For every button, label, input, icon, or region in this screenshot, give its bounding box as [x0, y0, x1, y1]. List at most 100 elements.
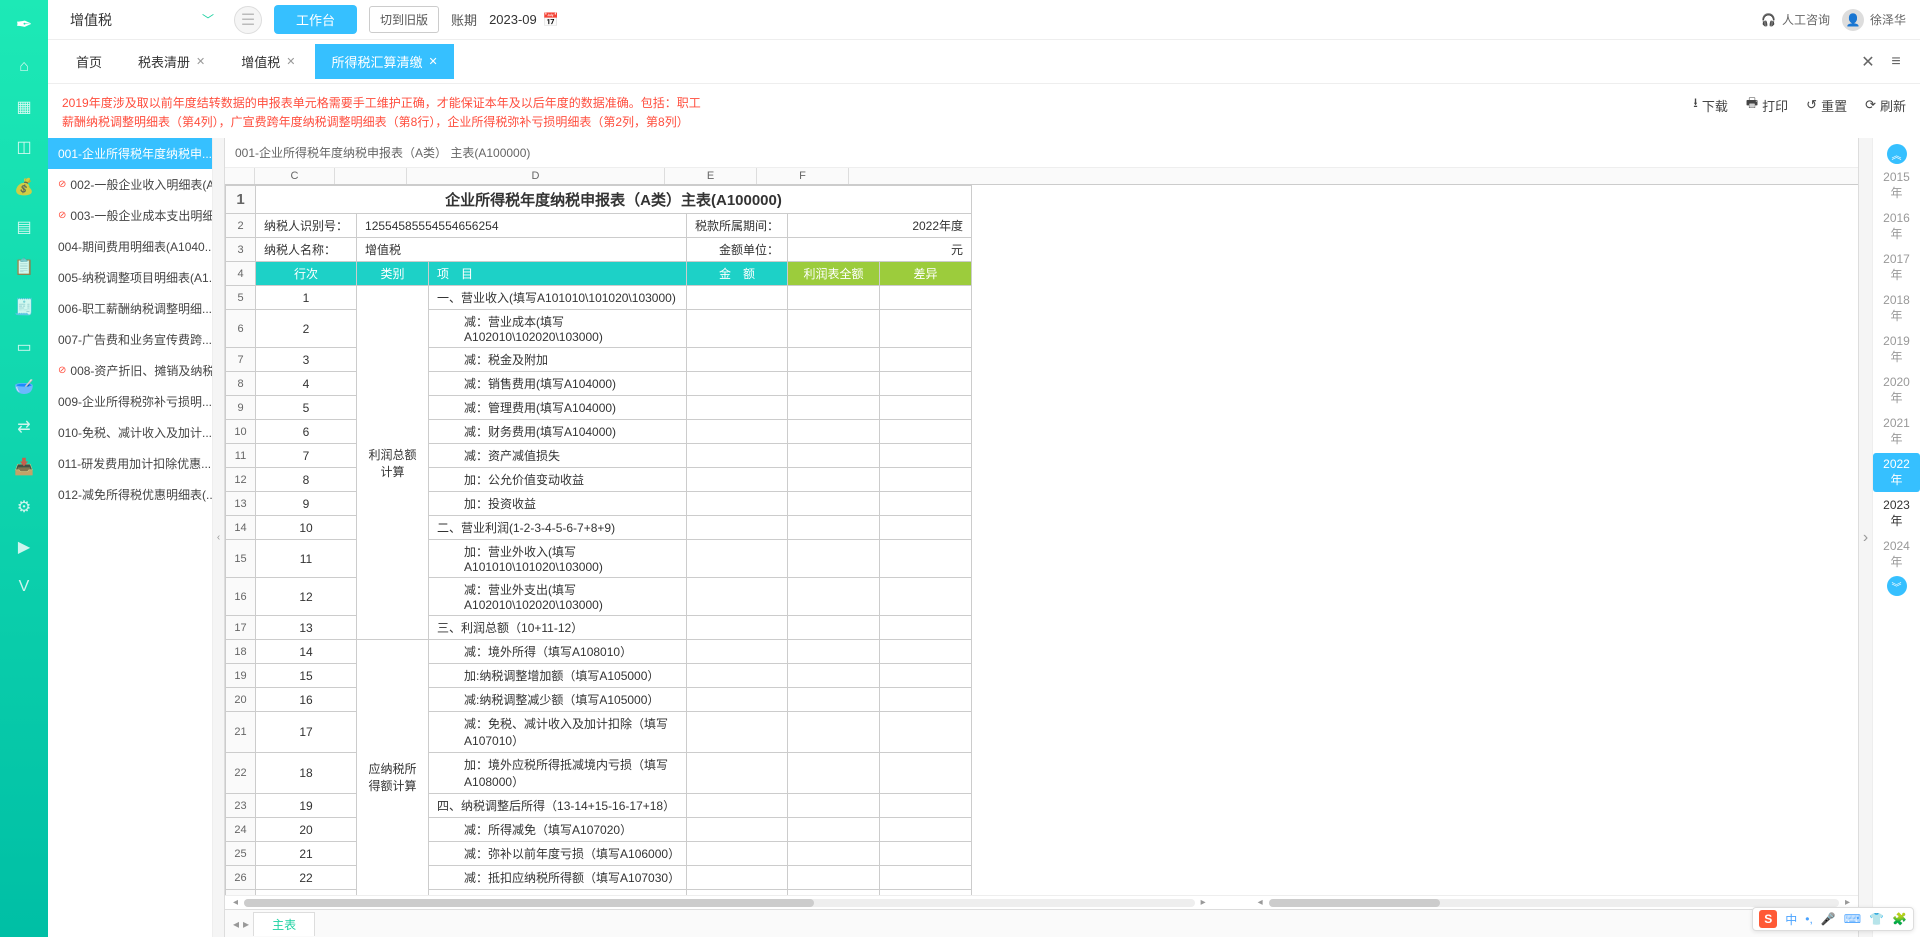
warning-text: 2019年度涉及取以前年度结转数据的申报表单元格需要手工维护正确，才能保证本年及…	[62, 94, 702, 132]
ime-mode[interactable]: 中	[1785, 911, 1797, 928]
tree-item[interactable]: 005-纳税调整项目明细表(A1...	[48, 262, 212, 293]
settings-icon[interactable]: ⚙	[14, 497, 34, 517]
print-button[interactable]: 🖶打印	[1746, 94, 1788, 116]
ime-skin-icon[interactable]: 👕	[1869, 912, 1884, 926]
report-icon[interactable]: 📋	[14, 257, 34, 277]
h-scrollbar[interactable]: ◂ ▸ ◂ ▸	[225, 895, 1858, 909]
year-rail: ︽ 2015年2016年2017年2018年2019年2020年2021年202…	[1872, 138, 1920, 937]
tree-item[interactable]: 009-企业所得税弥补亏损明...	[48, 386, 212, 417]
collapse-right-handle[interactable]: ›	[1858, 138, 1872, 937]
year-2016年[interactable]: 2016年	[1873, 207, 1920, 246]
year-2018年[interactable]: 2018年	[1873, 289, 1920, 328]
tree-item[interactable]: 010-免税、减计收入及加计...	[48, 417, 212, 448]
close-icon[interactable]: ✕	[429, 55, 438, 68]
v-icon[interactable]: V	[14, 577, 34, 597]
tab-bar: 首页税表清册✕增值税✕所得税汇算清缴✕ ✕ ≡	[48, 40, 1920, 84]
reset-icon: ↺	[1806, 97, 1817, 113]
ime-punct-icon[interactable]: •,	[1805, 912, 1813, 926]
left-nav: ✒ ⌂ ▦ ◫ 💰 ▤ 📋 🧾 ▭ 🥣 ⇄ 📥 ⚙ ▶ V	[0, 0, 48, 937]
sheet-tabs: ◂ ▸ 主表	[225, 909, 1858, 937]
tree-item[interactable]: ⊘008-资产折旧、摊销及纳税...	[48, 355, 212, 386]
sheet-next-icon[interactable]: ▸	[243, 917, 249, 931]
user-menu[interactable]: 👤 徐泽华	[1842, 9, 1906, 31]
tax-icon[interactable]: 🥣	[14, 377, 34, 397]
tab-所得税汇算清缴[interactable]: 所得税汇算清缴✕	[315, 44, 453, 79]
year-2021年[interactable]: 2021年	[1873, 412, 1920, 451]
switch-old-button[interactable]: 切到旧版	[369, 6, 439, 33]
collapse-left-handle[interactable]: ‹	[213, 138, 225, 937]
list-toggle-icon[interactable]: ☰	[234, 6, 262, 34]
tree-item[interactable]: 007-广告费和业务宣传费跨...	[48, 324, 212, 355]
calendar-icon: 📅	[543, 12, 559, 28]
tree-item[interactable]: ⊘003-一般企业成本支出明细...	[48, 200, 212, 231]
tab-首页[interactable]: 首页	[60, 44, 118, 79]
chevron-down-icon: ﹀	[202, 11, 214, 28]
warn-icon: ⊘	[58, 179, 66, 190]
video-icon[interactable]: ▶	[14, 537, 34, 557]
ime-keyboard-icon[interactable]: ⌨	[1844, 912, 1861, 926]
year-2022年[interactable]: 2022年	[1873, 453, 1920, 492]
print-icon: 🖶	[1746, 94, 1758, 116]
archive-icon[interactable]: 📥	[14, 457, 34, 477]
warn-icon: ⊘	[58, 210, 66, 221]
tab-税表清册[interactable]: 税表清册✕	[122, 44, 221, 79]
ime-toolbar[interactable]: S 中 •, 🎤 ⌨ 👕 🧩	[1752, 907, 1914, 931]
sheet-prev-icon[interactable]: ◂	[233, 917, 239, 931]
company-name: 增值税	[70, 10, 112, 30]
download-icon: ⭳	[1693, 94, 1698, 116]
spreadsheet-area: 001-企业所得税年度纳税申报表（A类） 主表(A100000) CDEF 1企…	[225, 138, 1858, 937]
tree-item[interactable]: 012-减免所得税优惠明细表(...	[48, 479, 212, 510]
topbar: 增值税 ﹀ ☰ 工作台 切到旧版 账期 2023-09 📅 🎧 人工咨询 👤 徐…	[48, 0, 1920, 40]
list-icon[interactable]: ▤	[14, 217, 34, 237]
manual-help-button[interactable]: 🎧 人工咨询	[1761, 11, 1830, 28]
scroll-right-icon[interactable]: ▸	[1201, 897, 1206, 908]
sheet-breadcrumb: 001-企业所得税年度纳税申报表（A类） 主表(A100000)	[225, 138, 1858, 168]
headset-icon: 🎧	[1761, 13, 1776, 27]
column-ruler: CDEF	[225, 168, 1858, 185]
transfer-icon[interactable]: ⇄	[14, 417, 34, 437]
doc-icon[interactable]: ▦	[14, 97, 34, 117]
ime-mic-icon[interactable]: 🎤	[1821, 912, 1836, 926]
close-icon[interactable]: ✕	[196, 55, 205, 68]
year-2019年[interactable]: 2019年	[1873, 330, 1920, 369]
tree-item[interactable]: ⊘002-一般企业收入明细表(A1...	[48, 169, 212, 200]
tabs-close-icon[interactable]: ✕	[1856, 50, 1880, 74]
ime-badge: S	[1759, 910, 1777, 928]
logo-icon: ✒	[16, 12, 33, 37]
tabs-menu-icon[interactable]: ≡	[1884, 50, 1908, 74]
tree-item[interactable]: 004-期间费用明细表(A1040...	[48, 231, 212, 262]
avatar-icon: 👤	[1842, 9, 1864, 31]
year-up-icon[interactable]: ︽	[1887, 144, 1907, 164]
year-2024年[interactable]: 2024年	[1873, 535, 1920, 574]
tab-增值税[interactable]: 增值税✕	[225, 44, 311, 79]
year-2017年[interactable]: 2017年	[1873, 248, 1920, 287]
notice-bar: 2019年度涉及取以前年度结转数据的申报表单元格需要手工维护正确，才能保证本年及…	[48, 84, 1920, 138]
year-2015年[interactable]: 2015年	[1873, 166, 1920, 205]
tree-item[interactable]: 011-研发费用加计扣除优惠...	[48, 448, 212, 479]
refresh-button[interactable]: ⟳刷新	[1865, 94, 1906, 116]
bag-icon[interactable]: 💰	[14, 177, 34, 197]
workspace-button[interactable]: 工作台	[274, 5, 357, 34]
ime-tool-icon[interactable]: 🧩	[1892, 912, 1907, 926]
download-button[interactable]: ⭳下载	[1693, 94, 1728, 116]
username: 徐泽华	[1870, 11, 1906, 28]
tree-item[interactable]: 006-职工薪酬纳税调整明细...	[48, 293, 212, 324]
year-2023年[interactable]: 2023年	[1873, 494, 1920, 533]
invoice-icon[interactable]: 🧾	[14, 297, 34, 317]
scroll-left-icon[interactable]: ◂	[233, 897, 238, 908]
year-down-icon[interactable]: ︾	[1887, 576, 1907, 596]
tree-item[interactable]: 001-企业所得税年度纳税申...	[48, 138, 212, 169]
chart-icon[interactable]: ◫	[14, 137, 34, 157]
sheet-tab-main[interactable]: 主表	[253, 912, 315, 936]
reset-button[interactable]: ↺重置	[1806, 94, 1847, 116]
year-2020年[interactable]: 2020年	[1873, 371, 1920, 410]
period-value[interactable]: 2023-09 📅	[489, 12, 559, 28]
period-label: 账期	[451, 10, 477, 29]
warn-icon: ⊘	[58, 365, 66, 376]
calendar-icon[interactable]: ▭	[14, 337, 34, 357]
company-select[interactable]: 增值税 ﹀	[62, 10, 222, 30]
close-icon[interactable]: ✕	[286, 55, 295, 68]
home-icon[interactable]: ⌂	[14, 57, 34, 77]
refresh-icon: ⟳	[1865, 97, 1876, 113]
grid-scroll[interactable]: 1企业所得税年度纳税申报表（A类）主表(A100000)2纳税人识别号：1255…	[225, 185, 1858, 895]
